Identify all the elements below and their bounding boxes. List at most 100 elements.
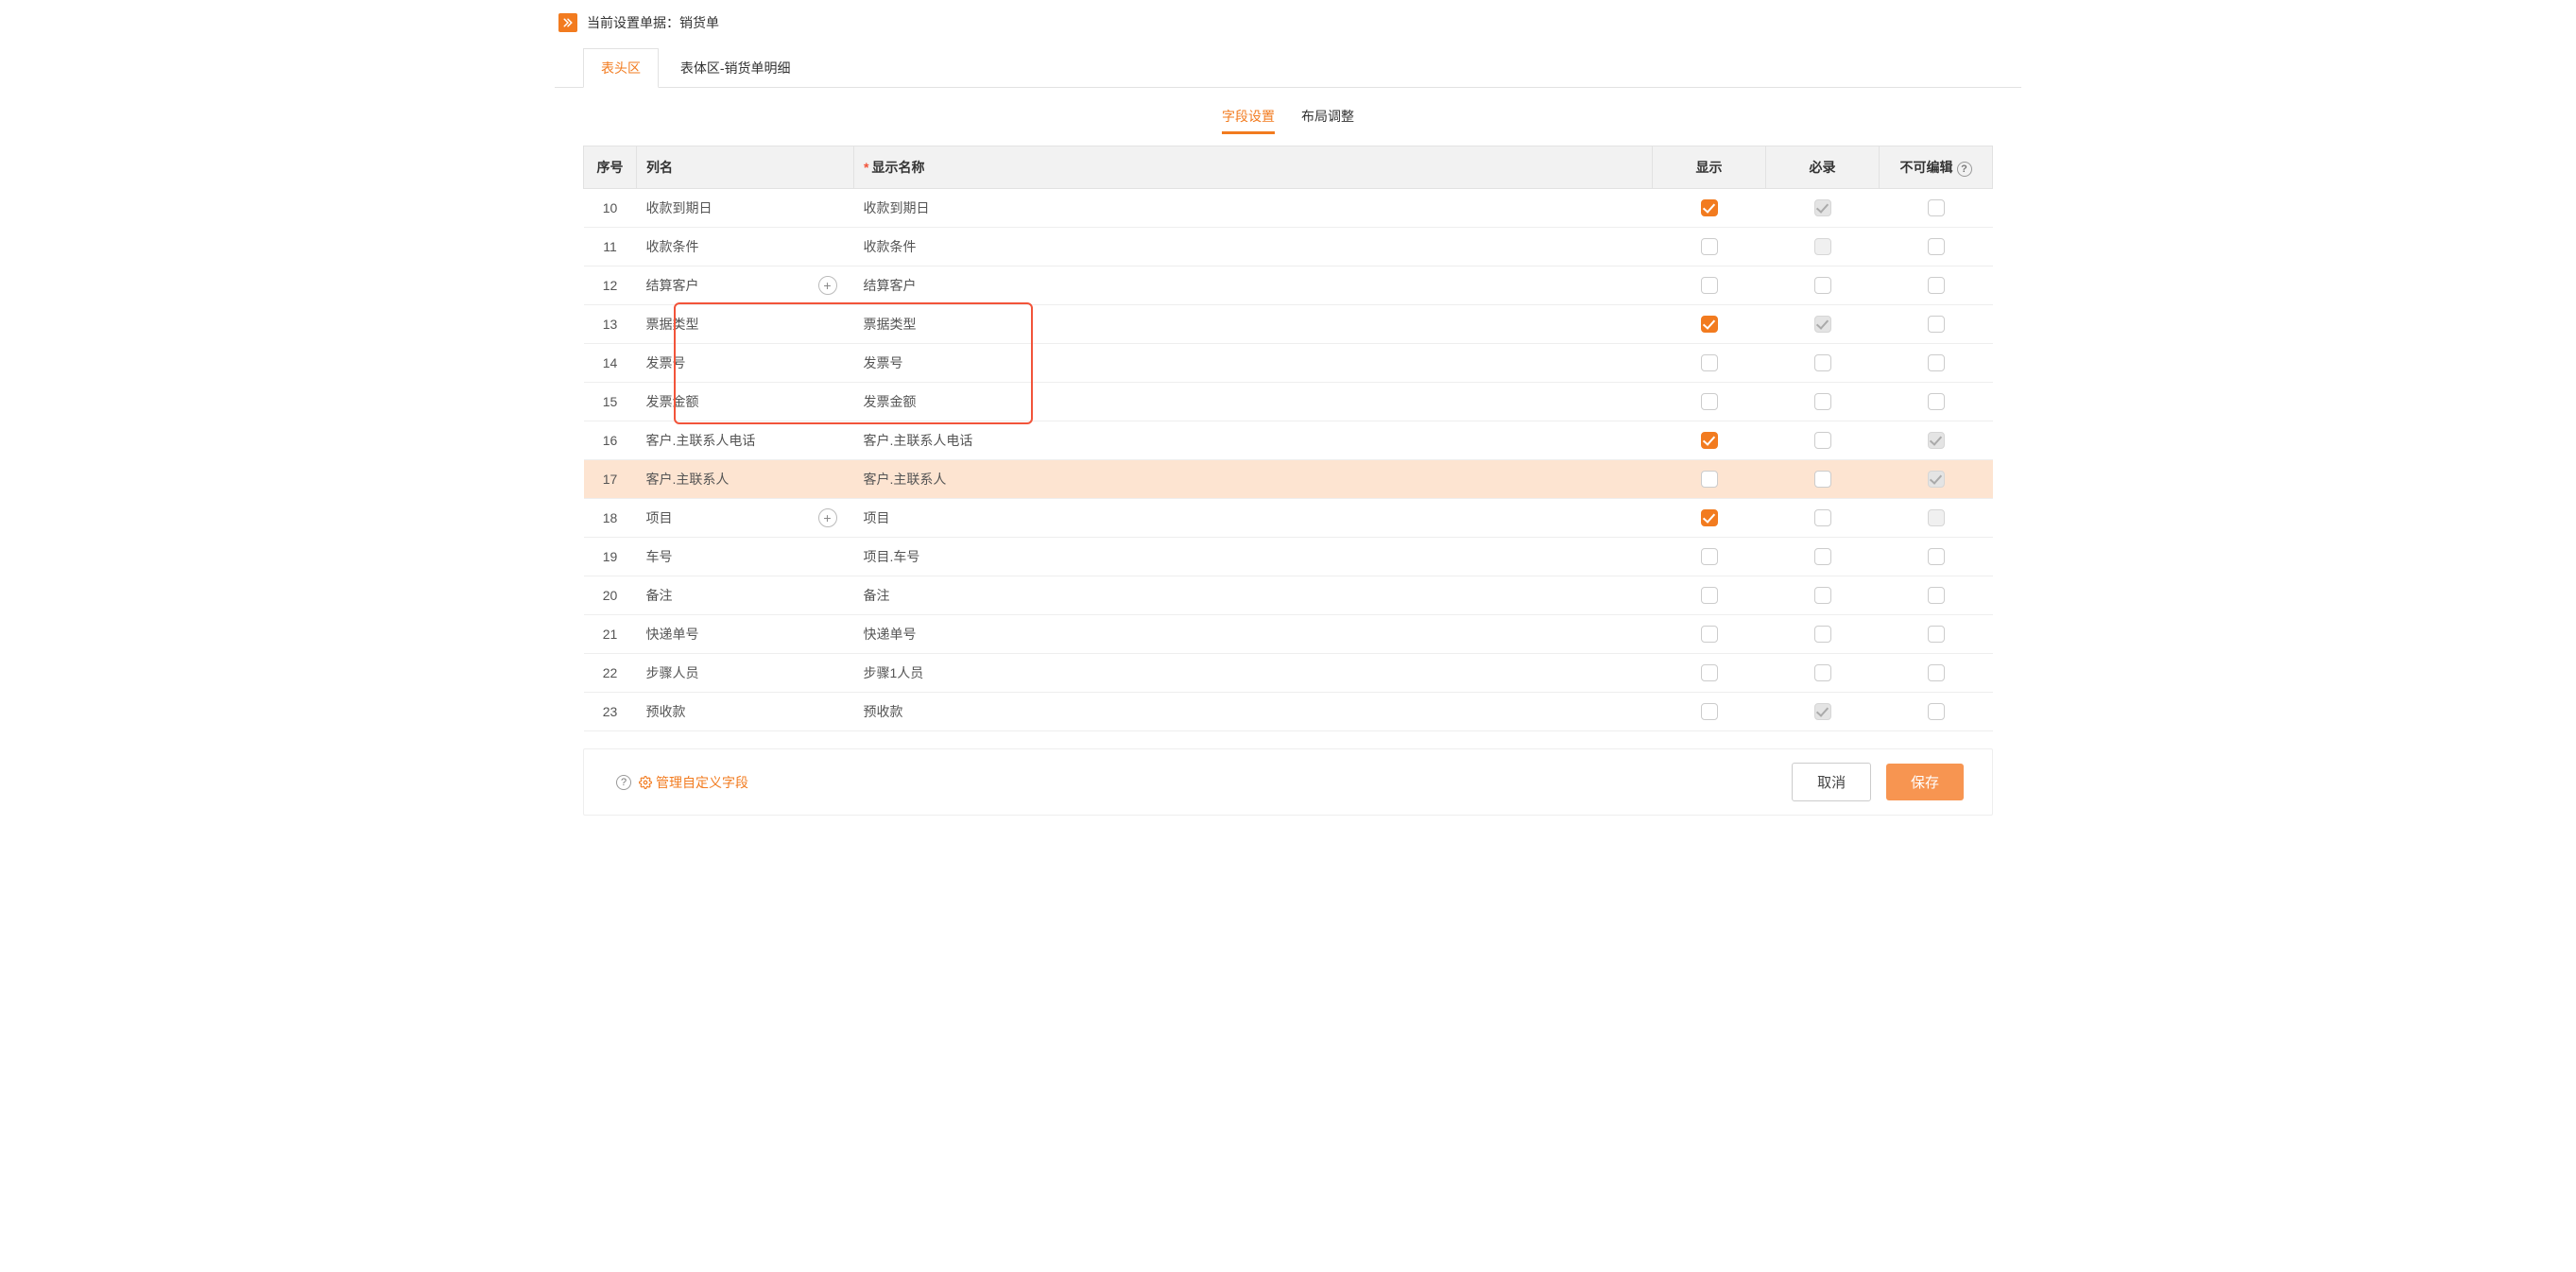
cell-name: 项目+ (637, 499, 854, 538)
table-row[interactable]: 22步骤人员步骤1人员 (584, 654, 1993, 693)
cell-seq: 13 (584, 305, 637, 344)
main-tabs: 表头区 表体区-销货单明细 (555, 47, 2021, 88)
cell-display[interactable]: 结算客户 (854, 266, 1653, 305)
checkbox-readonly[interactable] (1928, 238, 1945, 255)
table-row[interactable]: 23预收款预收款 (584, 693, 1993, 731)
cell-name: 车号 (637, 538, 854, 576)
subtab-field-settings[interactable]: 字段设置 (1222, 101, 1275, 134)
cell-name: 预收款 (637, 693, 854, 731)
checkbox-required[interactable] (1814, 471, 1831, 488)
cell-name: 结算客户+ (637, 266, 854, 305)
checkbox-readonly[interactable] (1928, 626, 1945, 643)
cell-display[interactable]: 收款到期日 (854, 189, 1653, 228)
cell-seq: 14 (584, 344, 637, 383)
checkbox-required[interactable] (1814, 587, 1831, 604)
table-row[interactable]: 15发票金额发票金额 (584, 383, 1993, 421)
checkbox-required[interactable] (1814, 664, 1831, 681)
cell-display[interactable]: 发票号 (854, 344, 1653, 383)
table-row[interactable]: 10收款到期日收款到期日 (584, 189, 1993, 228)
checkbox-readonly (1928, 432, 1945, 449)
table-row[interactable]: 11收款条件收款条件 (584, 228, 1993, 266)
checkbox-show[interactable] (1701, 471, 1718, 488)
checkbox-required[interactable] (1814, 393, 1831, 410)
table-row[interactable]: 20备注备注 (584, 576, 1993, 615)
doc-title-prefix: 当前设置单据： (587, 13, 679, 32)
add-subfield-button[interactable]: + (818, 508, 837, 527)
table-row[interactable]: 12结算客户+结算客户 (584, 266, 1993, 305)
help-icon[interactable]: ? (1957, 162, 1972, 177)
checkbox-show[interactable] (1701, 587, 1718, 604)
chevron-right-double-icon (562, 17, 574, 28)
sub-tabs: 字段设置 布局调整 (555, 101, 2021, 134)
cell-seq: 20 (584, 576, 637, 615)
cell-display[interactable]: 预收款 (854, 693, 1653, 731)
checkbox-show[interactable] (1701, 316, 1718, 333)
cancel-button[interactable]: 取消 (1792, 763, 1871, 801)
table-row[interactable]: 18项目+项目 (584, 499, 1993, 538)
checkbox-readonly[interactable] (1928, 548, 1945, 565)
table-row[interactable]: 21快递单号快递单号 (584, 615, 1993, 654)
th-seq: 序号 (584, 146, 637, 189)
cell-name: 发票金额 (637, 383, 854, 421)
cell-display[interactable]: 客户.主联系人 (854, 460, 1653, 499)
checkbox-show[interactable] (1701, 509, 1718, 526)
checkbox-show[interactable] (1701, 548, 1718, 565)
cell-display[interactable]: 项目.车号 (854, 538, 1653, 576)
checkbox-required[interactable] (1814, 277, 1831, 294)
th-show: 显示 (1653, 146, 1766, 189)
checkbox-readonly (1928, 509, 1945, 526)
checkbox-required[interactable] (1814, 354, 1831, 371)
checkbox-show[interactable] (1701, 432, 1718, 449)
cell-display[interactable]: 项目 (854, 499, 1653, 538)
checkbox-show[interactable] (1701, 664, 1718, 681)
checkbox-readonly[interactable] (1928, 277, 1945, 294)
cell-display[interactable]: 步骤1人员 (854, 654, 1653, 693)
checkbox-show[interactable] (1701, 393, 1718, 410)
checkbox-required[interactable] (1814, 548, 1831, 565)
cell-name: 步骤人员 (637, 654, 854, 693)
checkbox-show[interactable] (1701, 199, 1718, 216)
checkbox-show[interactable] (1701, 354, 1718, 371)
table-row[interactable]: 16客户.主联系人电话客户.主联系人电话 (584, 421, 1993, 460)
footer-bar: ? 管理自定义字段 取消 保存 (583, 748, 1993, 816)
tab-header-area[interactable]: 表头区 (583, 48, 659, 88)
expand-panel-button[interactable] (558, 13, 577, 32)
th-required: 必录 (1766, 146, 1880, 189)
help-icon[interactable]: ? (616, 775, 631, 790)
checkbox-readonly[interactable] (1928, 664, 1945, 681)
table-row[interactable]: 19车号项目.车号 (584, 538, 1993, 576)
subtab-layout[interactable]: 布局调整 (1301, 101, 1354, 134)
save-button[interactable]: 保存 (1886, 764, 1964, 800)
checkbox-readonly[interactable] (1928, 587, 1945, 604)
cell-name: 票据类型 (637, 305, 854, 344)
checkbox-required[interactable] (1814, 626, 1831, 643)
checkbox-readonly[interactable] (1928, 199, 1945, 216)
tab-body-area[interactable]: 表体区-销货单明细 (662, 48, 809, 88)
cell-display[interactable]: 收款条件 (854, 228, 1653, 266)
checkbox-readonly[interactable] (1928, 393, 1945, 410)
manage-custom-fields-link[interactable]: 管理自定义字段 (639, 773, 748, 792)
checkbox-readonly[interactable] (1928, 354, 1945, 371)
cell-display[interactable]: 快递单号 (854, 615, 1653, 654)
table-row[interactable]: 17客户.主联系人客户.主联系人 (584, 460, 1993, 499)
cell-display[interactable]: 客户.主联系人电话 (854, 421, 1653, 460)
cell-display[interactable]: 发票金额 (854, 383, 1653, 421)
cell-seq: 11 (584, 228, 637, 266)
checkbox-show[interactable] (1701, 703, 1718, 720)
checkbox-required (1814, 238, 1831, 255)
cell-display[interactable]: 票据类型 (854, 305, 1653, 344)
cell-seq: 23 (584, 693, 637, 731)
cell-name: 客户.主联系人 (637, 460, 854, 499)
cell-display[interactable]: 备注 (854, 576, 1653, 615)
checkbox-required[interactable] (1814, 432, 1831, 449)
table-row[interactable]: 14发票号发票号 (584, 344, 1993, 383)
cell-name: 收款条件 (637, 228, 854, 266)
checkbox-required[interactable] (1814, 509, 1831, 526)
add-subfield-button[interactable]: + (818, 276, 837, 295)
checkbox-show[interactable] (1701, 626, 1718, 643)
checkbox-readonly[interactable] (1928, 316, 1945, 333)
checkbox-show[interactable] (1701, 277, 1718, 294)
checkbox-show[interactable] (1701, 238, 1718, 255)
table-row[interactable]: 13票据类型票据类型 (584, 305, 1993, 344)
checkbox-readonly[interactable] (1928, 703, 1945, 720)
